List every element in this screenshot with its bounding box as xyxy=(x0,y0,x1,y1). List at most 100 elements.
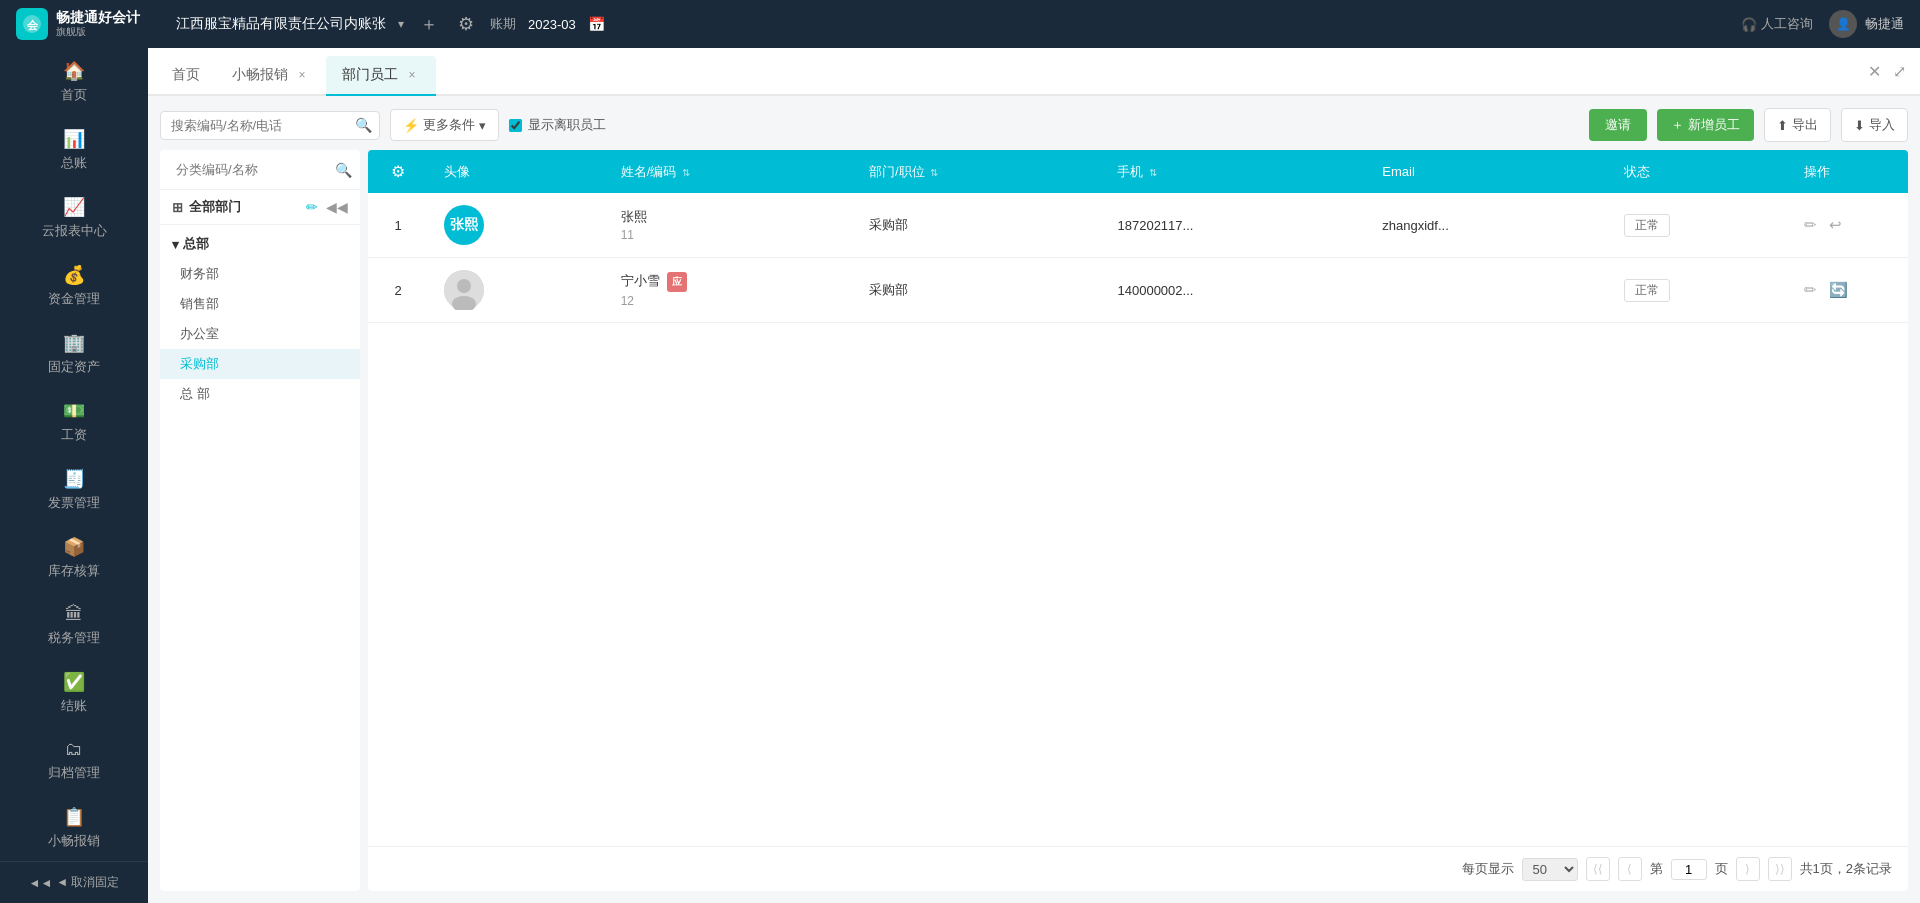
td-dept-2: 采购部 xyxy=(853,258,1101,323)
sidebar-item-tax[interactable]: 🏛 税务管理 xyxy=(0,592,148,659)
close-tab-button[interactable]: ✕ xyxy=(1866,60,1883,83)
dept-office-label: 办公室 xyxy=(180,325,219,343)
logo-area: 会 畅捷通好会计 旗舰版 xyxy=(16,8,164,40)
sidebar-item-funds[interactable]: 💰 资金管理 xyxy=(0,252,148,320)
sidebar-item-invoice[interactable]: 🧾 发票管理 xyxy=(0,456,148,524)
user-name: 畅捷通 xyxy=(1865,15,1904,33)
toolbar-row: 🔍 ⚡ 更多条件 ▾ 显示离职员工 邀请 ＋ 新增员工 ⬆ xyxy=(160,108,1908,142)
td-name-2: 宁小雪 应 12 xyxy=(605,258,853,323)
export-label: 导出 xyxy=(1792,116,1818,134)
dept-node-purchase[interactable]: 采购部 xyxy=(160,349,360,379)
th-phone[interactable]: 手机 ⇅ xyxy=(1101,150,1366,193)
next-page-button[interactable]: ⟩ xyxy=(1736,857,1760,881)
user-area[interactable]: 👤 畅捷通 xyxy=(1829,10,1904,38)
tab-bar: 首页 小畅报销 × 部门员工 × ✕ ⤢ xyxy=(148,48,1920,96)
calendar-icon[interactable]: 📅 xyxy=(588,16,605,32)
dept-node-parent[interactable]: ▾ 总部 xyxy=(160,229,360,259)
filter-chevron-icon: ▾ xyxy=(479,118,486,133)
dept-search-icon[interactable]: 🔍 xyxy=(335,162,352,178)
dept-node-sales[interactable]: 销售部 xyxy=(160,289,360,319)
home-icon: 🏠 xyxy=(63,60,85,82)
export-button[interactable]: ⬆ 导出 xyxy=(1764,108,1831,142)
sidebar-item-home[interactable]: 🏠 首页 xyxy=(0,48,148,116)
dept-node-office[interactable]: 办公室 xyxy=(160,319,360,349)
last-page-button[interactable]: ⟩⟩ xyxy=(1768,857,1792,881)
page-label: 页 xyxy=(1715,860,1728,878)
dept-search-input[interactable] xyxy=(168,158,331,181)
tab-expense-close[interactable]: × xyxy=(294,67,310,83)
sidebar-item-closing[interactable]: ✅ 结账 xyxy=(0,659,148,727)
th-dept[interactable]: 部门/职位 ⇅ xyxy=(853,150,1101,193)
sidebar: 🏠 首页 📊 总账 📈 云报表中心 💰 资金管理 🏢 固定资产 💵 工资 xyxy=(0,48,148,903)
show-resigned-label: 显示离职员工 xyxy=(528,116,606,134)
emp-name-2: 宁小雪 应 xyxy=(621,272,837,292)
logo-text-area: 畅捷通好会计 旗舰版 xyxy=(56,9,140,40)
company-name: 江西服宝精品有限责任公司内账张 xyxy=(176,15,386,33)
show-resigned-checkbox[interactable] xyxy=(509,119,522,132)
gear-icon[interactable]: ⚙ xyxy=(391,163,405,180)
page-input[interactable] xyxy=(1671,859,1707,880)
sidebar-label-invoice: 发票管理 xyxy=(48,494,100,512)
total-label: 共1页，2条记录 xyxy=(1800,860,1892,878)
tab-expense[interactable]: 小畅报销 × xyxy=(216,56,326,96)
dept-purchase-label: 采购部 xyxy=(180,355,219,373)
td-phone-1: 187202117... xyxy=(1101,193,1366,258)
per-page-label: 每页显示 xyxy=(1462,860,1514,878)
sidebar-item-ledger[interactable]: 📊 总账 xyxy=(0,116,148,184)
tab-home[interactable]: 首页 xyxy=(156,56,216,96)
logout-icon-1[interactable]: ↩ xyxy=(1829,216,1842,234)
settings-button[interactable]: ⚙ xyxy=(454,13,478,35)
dept-node-label: 总部 xyxy=(183,235,209,253)
filter-button[interactable]: ⚡ 更多条件 ▾ xyxy=(390,109,499,141)
search-input[interactable] xyxy=(160,111,380,140)
dept-edit-icon[interactable]: ✏ xyxy=(306,199,318,215)
th-name[interactable]: 姓名/编码 ⇅ xyxy=(605,150,853,193)
page-size-select[interactable]: 50 10 20 100 xyxy=(1522,858,1578,881)
tab-bar-actions: ✕ ⤢ xyxy=(1866,60,1908,83)
inventory-icon: 📦 xyxy=(63,536,85,558)
dept-panel: 🔍 ⊞ 全部部门 ✏ ◀◀ ▾ xyxy=(160,150,360,891)
service-label: 人工咨询 xyxy=(1761,15,1813,33)
sidebar-item-expense[interactable]: 📋 小畅报销 xyxy=(0,794,148,861)
prev-page-button[interactable]: ⟨ xyxy=(1618,857,1642,881)
dept-node-finance[interactable]: 财务部 xyxy=(160,259,360,289)
tab-dept-close[interactable]: × xyxy=(404,67,420,83)
edit-icon-1[interactable]: ✏ xyxy=(1804,216,1817,234)
add-company-button[interactable]: ＋ xyxy=(416,12,442,36)
sidebar-scroll: 🏠 首页 📊 总账 📈 云报表中心 💰 资金管理 🏢 固定资产 💵 工资 xyxy=(0,48,148,861)
filter-label: 更多条件 xyxy=(423,116,475,134)
td-email-1: zhangxidf... xyxy=(1366,193,1608,258)
show-resigned-wrap[interactable]: 显示离职员工 xyxy=(509,116,606,134)
dept-collapse-icon[interactable]: ◀◀ xyxy=(326,199,348,215)
app-subtitle: 旗舰版 xyxy=(56,25,140,39)
dept-sales-label: 销售部 xyxy=(180,295,219,313)
pin-left-icon: ◄◄ xyxy=(29,876,53,890)
company-dropdown-arrow[interactable]: ▾ xyxy=(398,17,404,31)
expand-tab-button[interactable]: ⤢ xyxy=(1891,60,1908,83)
import-button[interactable]: ⬇ 导入 xyxy=(1841,108,1908,142)
service-button[interactable]: 🎧 人工咨询 xyxy=(1741,15,1813,33)
sidebar-item-assets[interactable]: 🏢 固定资产 xyxy=(0,320,148,388)
svg-text:会: 会 xyxy=(26,19,39,31)
filter-icon: ⚡ xyxy=(403,118,419,133)
ledger-icon: 📊 xyxy=(63,128,85,150)
refresh-icon-2[interactable]: 🔄 xyxy=(1829,281,1848,299)
sidebar-label-expense: 小畅报销 xyxy=(48,832,100,850)
sidebar-item-archive[interactable]: 🗂 归档管理 xyxy=(0,727,148,794)
edit-icon-2[interactable]: ✏ xyxy=(1804,281,1817,299)
tab-dept-employee[interactable]: 部门员工 × xyxy=(326,56,436,96)
add-employee-button[interactable]: ＋ 新增员工 xyxy=(1657,109,1754,141)
invite-button[interactable]: 邀请 xyxy=(1589,109,1647,141)
sidebar-item-inventory[interactable]: 📦 库存核算 xyxy=(0,524,148,592)
first-page-button[interactable]: ⟨⟨ xyxy=(1586,857,1610,881)
sidebar-label-assets: 固定资产 xyxy=(48,358,100,376)
dept-node-general[interactable]: 总 部 xyxy=(160,379,360,409)
th-status: 状态 xyxy=(1608,150,1788,193)
sidebar-item-reports[interactable]: 📈 云报表中心 xyxy=(0,184,148,252)
search-icon[interactable]: 🔍 xyxy=(355,117,372,133)
import-label: 导入 xyxy=(1869,116,1895,134)
sidebar-item-payroll[interactable]: 💵 工资 xyxy=(0,388,148,456)
cancel-pin-button[interactable]: ◄◄ ◄ 取消固定 xyxy=(8,874,140,891)
closing-icon: ✅ xyxy=(63,671,85,693)
funds-icon: 💰 xyxy=(63,264,85,286)
